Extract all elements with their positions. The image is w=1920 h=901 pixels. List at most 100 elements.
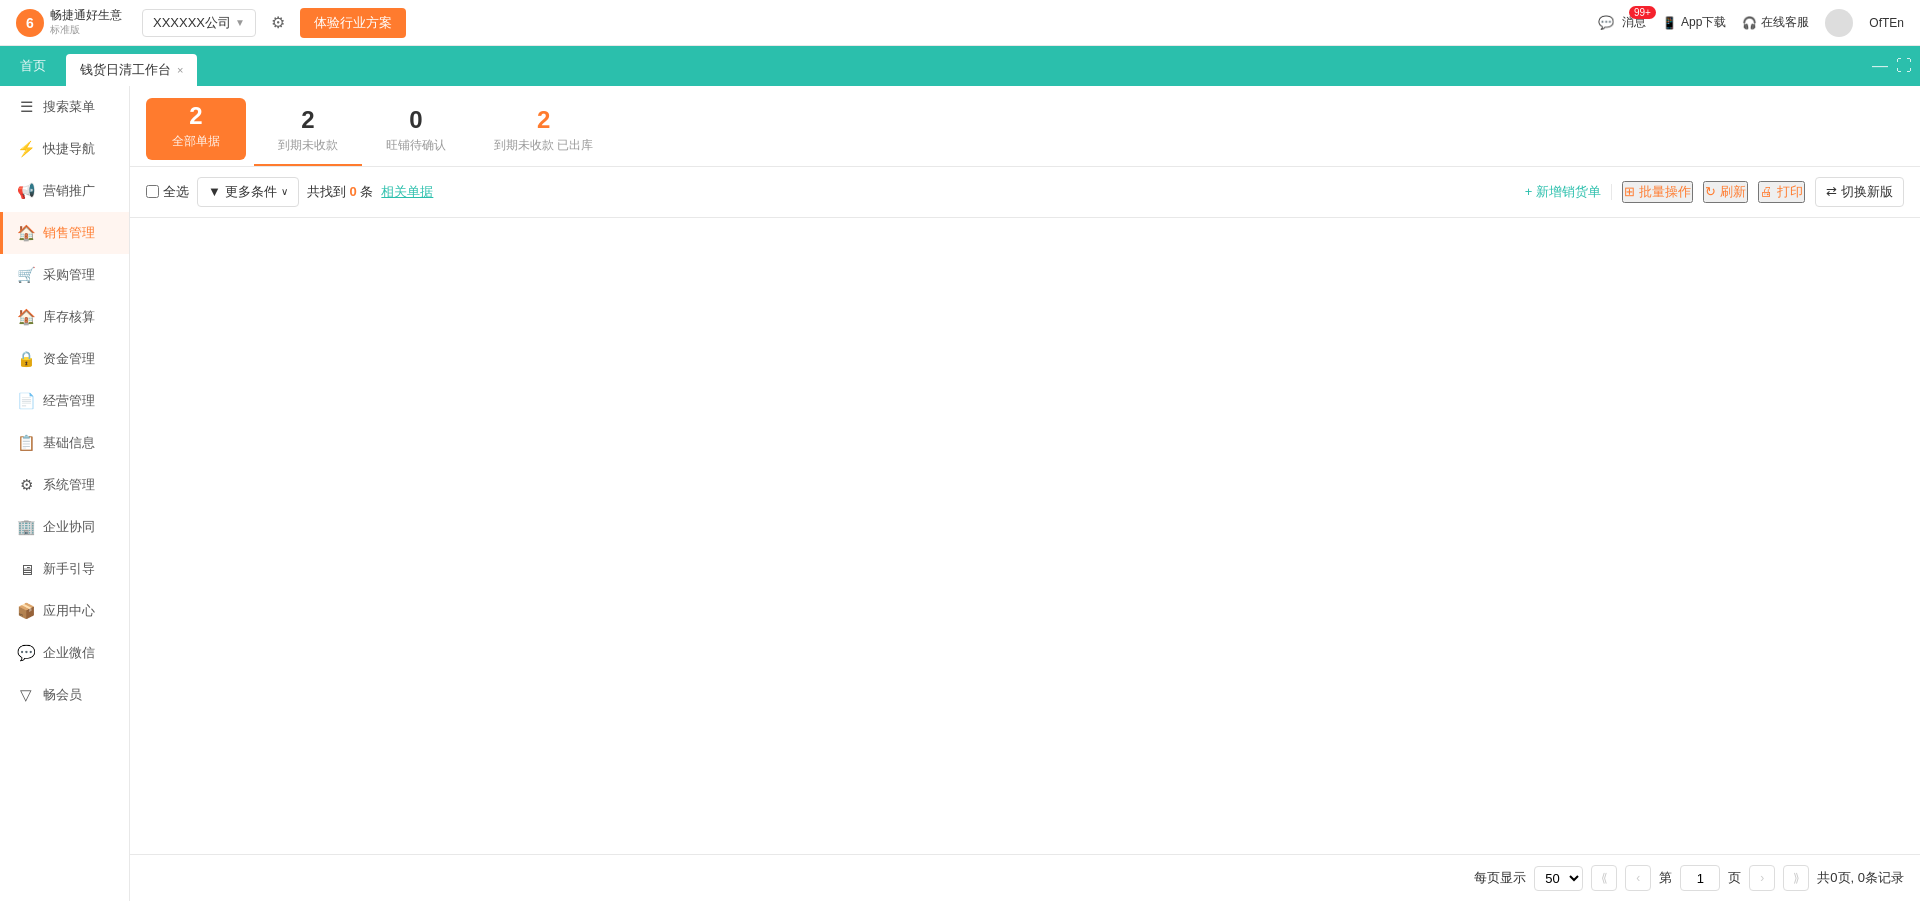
toolbar-right: + 新增销货单 ⊞ 批量操作 ↻ 刷新 🖨 打印 ⇄ 切换新版 [1525, 177, 1904, 207]
print-button[interactable]: 🖨 打印 [1758, 181, 1805, 203]
refresh-icon: ↻ [1705, 184, 1716, 199]
wechat-icon: 💬 [17, 644, 35, 662]
purchase-icon: 🛒 [17, 266, 35, 284]
first-page-button[interactable]: ⟪ [1591, 865, 1617, 891]
sidebar-label-quick-nav: 快捷导航 [43, 140, 95, 158]
sidebar-label-basic-info: 基础信息 [43, 434, 95, 452]
message-icon: 💬 [1598, 15, 1614, 30]
per-page-label: 每页显示 [1474, 869, 1526, 887]
sidebar-item-basic-info[interactable]: 📋 基础信息 [0, 422, 129, 464]
chevron-down-icon: ∨ [281, 186, 288, 197]
sidebar-label-app-center: 应用中心 [43, 602, 95, 620]
sidebar-item-system[interactable]: ⚙ 系统管理 [0, 464, 129, 506]
stat-tab-all[interactable]: 2 全部单据 [146, 98, 246, 166]
sidebar-item-marketing[interactable]: 📢 营销推广 [0, 170, 129, 212]
batch-operation-button[interactable]: ⊞ 批量操作 [1622, 181, 1693, 203]
trial-button[interactable]: 体验行业方案 [300, 8, 406, 38]
last-page-button[interactable]: ⟫ [1783, 865, 1809, 891]
guide-icon: 🖥 [17, 561, 35, 578]
sidebar-item-inventory[interactable]: 🏠 库存核算 [0, 296, 129, 338]
online-service-link[interactable]: 🎧 在线客服 [1742, 14, 1809, 31]
next-page-button[interactable]: › [1749, 865, 1775, 891]
add-sales-order-button[interactable]: + 新增销货单 [1525, 183, 1601, 201]
sidebar-item-guide[interactable]: 🖥 新手引导 [0, 548, 129, 590]
header-left: 6 畅捷通好生意 标准版 XXXXXX公司 ▼ ⚙ 体验行业方案 [16, 8, 406, 38]
sidebar-item-app-center[interactable]: 📦 应用中心 [0, 590, 129, 632]
chevron-down-icon: ▼ [235, 17, 245, 28]
app-download-link[interactable]: 📱 App下载 [1662, 14, 1726, 31]
more-filter-button[interactable]: ▼ 更多条件 ∨ [197, 177, 299, 207]
marketing-icon: 📢 [17, 182, 35, 200]
stats-tabs: 2 全部单据 2 到期未收款 0 旺铺待确认 2 到期未收款 已出库 [130, 86, 1920, 167]
sidebar-item-wechat[interactable]: 💬 企业微信 [0, 632, 129, 674]
sidebar-item-finance[interactable]: 🔒 资金管理 [0, 338, 129, 380]
tab-close-icon[interactable]: × [177, 64, 183, 76]
avatar[interactable] [1825, 9, 1853, 37]
filter-icon: ▼ [208, 184, 221, 199]
stat-label-overdue: 到期未收款 [278, 137, 338, 154]
message-badge: 99+ [1629, 6, 1656, 19]
sidebar-item-sales[interactable]: 🏠 销售管理 [0, 212, 129, 254]
top-header: 6 畅捷通好生意 标准版 XXXXXX公司 ▼ ⚙ 体验行业方案 💬 99+ 消… [0, 0, 1920, 46]
select-all-checkbox[interactable]: 全选 [146, 183, 189, 201]
prev-page-button[interactable]: ‹ [1625, 865, 1651, 891]
company-name: XXXXXX公司 [153, 14, 231, 32]
minimize-icon[interactable]: — [1872, 57, 1888, 75]
switch-icon: ⇄ [1826, 184, 1837, 199]
sidebar-label-wechat: 企业微信 [43, 644, 95, 662]
stat-tab-pending[interactable]: 0 旺铺待确认 [362, 98, 470, 166]
sidebar-item-enterprise[interactable]: 🏢 企业协同 [0, 506, 129, 548]
switch-version-button[interactable]: ⇄ 切换新版 [1815, 177, 1904, 207]
sidebar-item-vip[interactable]: ▽ 畅会员 [0, 674, 129, 716]
batch-icon: ⊞ [1624, 184, 1635, 199]
sidebar-item-search-menu[interactable]: ☰ 搜索菜单 [0, 86, 129, 128]
divider-1 [1611, 184, 1612, 200]
basic-info-icon: 📋 [17, 434, 35, 452]
found-text: 共找到 0 条 [307, 183, 373, 201]
stat-tab-bg-all: 2 全部单据 [146, 98, 246, 160]
select-all-input[interactable] [146, 185, 159, 198]
stat-label-pending: 旺铺待确认 [386, 137, 446, 154]
stat-num-pending: 0 [409, 106, 422, 135]
tab-bar: 首页 钱货日清工作台 × — ⛶ [0, 46, 1920, 86]
filter-label: 更多条件 [225, 183, 277, 201]
logo-icon: 6 [16, 9, 44, 37]
sidebar-item-operation[interactable]: 📄 经营管理 [0, 380, 129, 422]
sidebar-label-search-menu: 搜索菜单 [43, 98, 95, 116]
sidebar-label-operation: 经营管理 [43, 392, 95, 410]
page-label: 第 [1659, 869, 1672, 887]
username[interactable]: OfTEn [1869, 16, 1904, 30]
finance-icon: 🔒 [17, 350, 35, 368]
logo-main-text: 畅捷通好生意 [50, 8, 122, 24]
operation-icon: 📄 [17, 392, 35, 410]
message-area[interactable]: 💬 99+ 消息 [1598, 14, 1646, 31]
maximize-icon[interactable]: ⛶ [1896, 57, 1912, 75]
page-input[interactable] [1680, 865, 1720, 891]
tab-label: 钱货日清工作台 [80, 61, 171, 79]
related-records-link[interactable]: 相关单据 [381, 183, 433, 201]
company-selector[interactable]: XXXXXX公司 ▼ [142, 9, 256, 37]
select-all-label: 全选 [163, 183, 189, 201]
per-page-select[interactable]: 50 [1534, 866, 1583, 891]
sidebar: ☰ 搜索菜单 ⚡ 快捷导航 📢 营销推广 🏠 销售管理 🛒 采购管理 🏠 库存核… [0, 86, 130, 901]
stat-tab-overdue[interactable]: 2 到期未收款 [254, 98, 362, 166]
inventory-icon: 🏠 [17, 308, 35, 326]
sidebar-item-purchase[interactable]: 🛒 采购管理 [0, 254, 129, 296]
stat-num-all: 2 [189, 102, 202, 131]
app-center-icon: 📦 [17, 602, 35, 620]
refresh-button[interactable]: ↻ 刷新 [1703, 181, 1748, 203]
settings-icon[interactable]: ⚙ [264, 9, 292, 37]
page-label-end: 页 [1728, 869, 1741, 887]
sidebar-label-enterprise: 企业协同 [43, 518, 95, 536]
sidebar-label-sales: 销售管理 [43, 224, 95, 242]
search-menu-icon: ☰ [17, 98, 35, 116]
stat-tab-shipped[interactable]: 2 到期未收款 已出库 [470, 98, 617, 166]
app-download-label: App下载 [1681, 14, 1726, 31]
toolbar: 全选 ▼ 更多条件 ∨ 共找到 0 条 相关单据 + 新增销货单 ⊞ [130, 167, 1920, 218]
sidebar-label-finance: 资金管理 [43, 350, 95, 368]
vip-icon: ▽ [17, 686, 35, 704]
sidebar-item-quick-nav[interactable]: ⚡ 快捷导航 [0, 128, 129, 170]
tab-home[interactable]: 首页 [4, 46, 62, 86]
tab-current[interactable]: 钱货日清工作台 × [66, 54, 197, 86]
system-icon: ⚙ [17, 476, 35, 494]
